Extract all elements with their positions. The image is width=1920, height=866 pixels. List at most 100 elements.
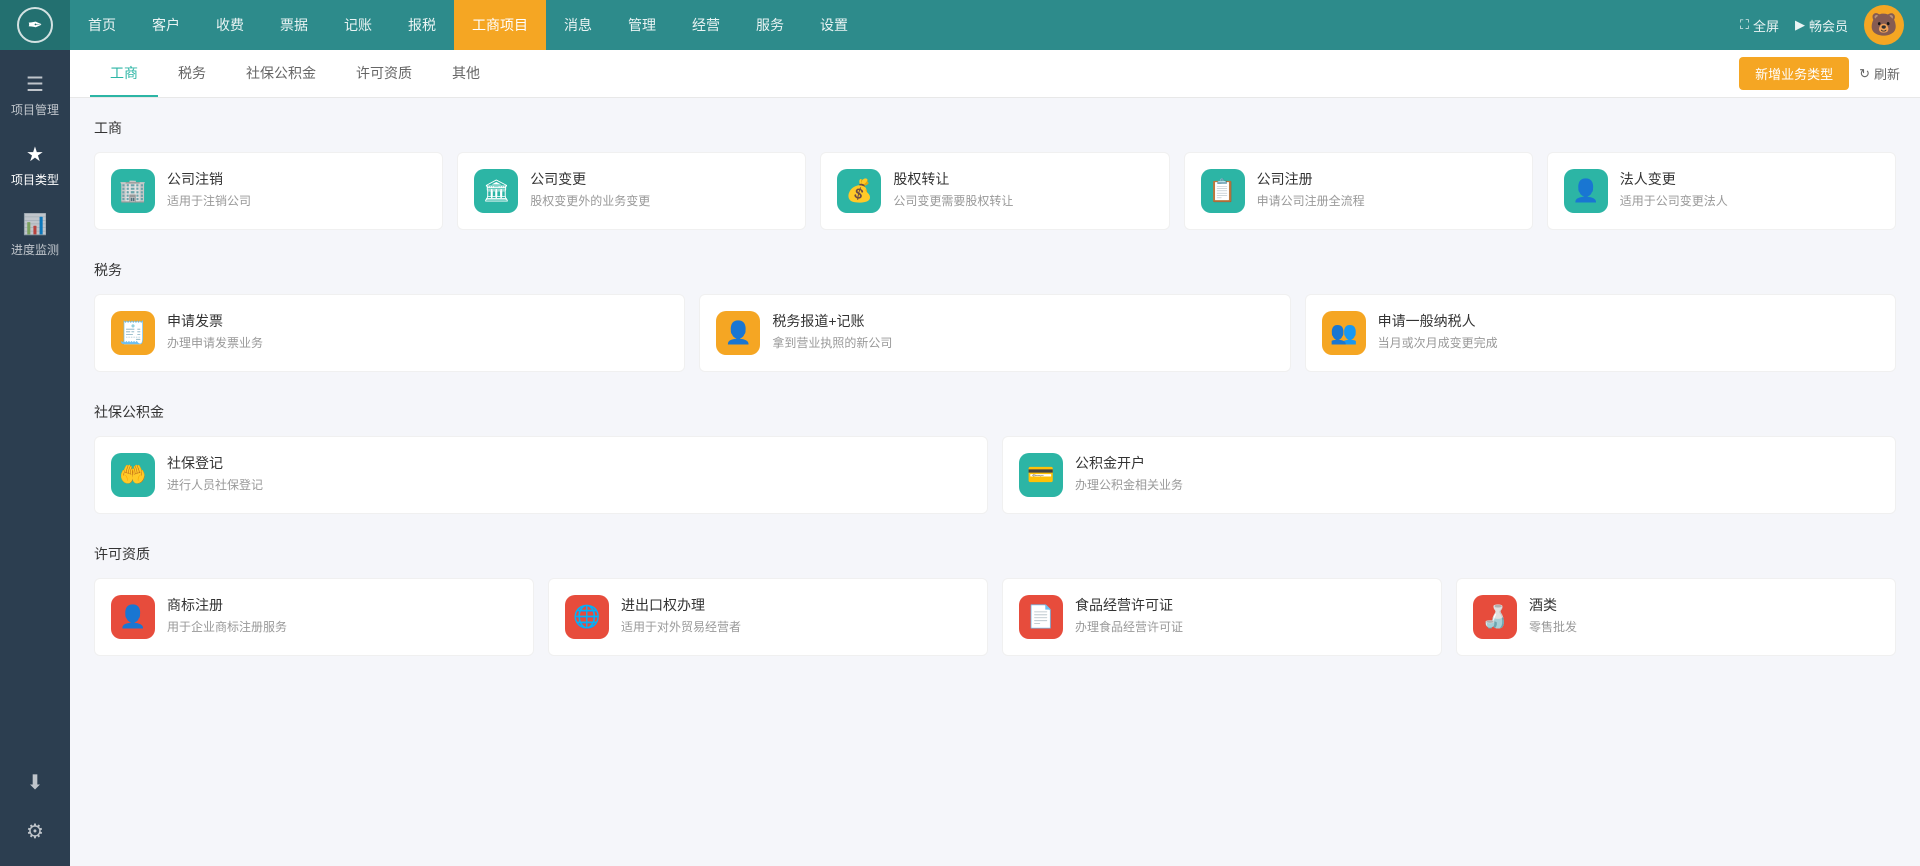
card-title: 法人变更 — [1620, 169, 1879, 189]
nav-item-收费[interactable]: 收费 — [198, 0, 262, 50]
card-title: 申请发票 — [167, 311, 668, 331]
card-text: 商标注册用于企业商标注册服务 — [167, 595, 517, 636]
nav-item-客户[interactable]: 客户 — [134, 0, 198, 50]
sidebar-item-progress[interactable]: 📊 进度监测 — [0, 200, 70, 270]
refresh-label: 刷新 — [1874, 64, 1900, 83]
fullscreen-icon: ⛶ — [1740, 17, 1749, 33]
card-text: 公司注销适用于注销公司 — [167, 169, 426, 210]
service-card[interactable]: 📋公司注册申请公司注册全流程 — [1184, 152, 1533, 230]
service-card[interactable]: 💳 公积金开户办理公积金相关业务 — [1002, 436, 1896, 514]
refresh-icon: ↻ — [1859, 66, 1870, 82]
card-icon: 📋 — [1201, 169, 1245, 213]
card-icon: 👤 — [716, 311, 760, 355]
service-card[interactable]: 🏛 公司变更股权变更外的业务变更 — [457, 152, 806, 230]
member-label: 畅会员 — [1809, 16, 1848, 35]
logo-icon: ✒ — [17, 7, 53, 43]
sidebar-item-project-type[interactable]: ★ 项目类型 — [0, 130, 70, 200]
card-text: 法人变更适用于公司变更法人 — [1620, 169, 1879, 210]
nav-item-消息[interactable]: 消息 — [546, 0, 610, 50]
nav-items: 首页客户收费票据记账报税工商项目消息管理经营服务设置 — [70, 0, 1740, 50]
card-icon: 👤 — [1564, 169, 1608, 213]
fullscreen-button[interactable]: ⛶ 全屏 — [1740, 16, 1779, 35]
card-desc: 股权变更外的业务变更 — [530, 193, 789, 210]
card-text: 酒类零售批发 — [1529, 595, 1879, 636]
logo[interactable]: ✒ — [0, 0, 70, 50]
nav-item-记账[interactable]: 记账 — [326, 0, 390, 50]
content-area: 工商税务社保公积金许可资质其他 新增业务类型 ↻ 刷新 工商 🏢公司注销适用于注… — [70, 50, 1920, 866]
card-icon: 🌐 — [565, 595, 609, 639]
nav-item-服务[interactable]: 服务 — [738, 0, 802, 50]
shebao-grid: 🤲社保登记进行人员社保登记 💳 公积金开户办理公积金相关业务 — [94, 436, 1896, 514]
service-card[interactable]: 🤲社保登记进行人员社保登记 — [94, 436, 988, 514]
card-desc: 零售批发 — [1529, 619, 1879, 636]
card-title: 公司变更 — [530, 169, 789, 189]
section-title-gongshang: 工商 — [94, 118, 1896, 138]
sidebar-item-download[interactable]: ⬇ — [0, 758, 70, 807]
service-card[interactable]: 🍶酒类零售批发 — [1456, 578, 1896, 656]
list-icon: ☰ — [26, 72, 44, 97]
service-card[interactable]: 👤税务报道+记账拿到营业执照的新公司 — [699, 294, 1290, 372]
card-title: 公司注册 — [1257, 169, 1516, 189]
service-card[interactable]: 👤 法人变更适用于公司变更法人 — [1547, 152, 1896, 230]
service-card[interactable]: 👥申请一般纳税人当月或次月成变更完成 — [1305, 294, 1896, 372]
tab-社保公积金[interactable]: 社保公积金 — [226, 50, 336, 97]
member-button[interactable]: ▶ 畅会员 — [1795, 16, 1848, 35]
sidebar-item-settings[interactable]: ⚙ — [0, 807, 70, 856]
card-title: 酒类 — [1529, 595, 1879, 615]
top-navigation: ✒ 首页客户收费票据记账报税工商项目消息管理经营服务设置 ⛶ 全屏 ▶ 畅会员 … — [0, 0, 1920, 50]
sidebar-label-progress: 进度监测 — [11, 241, 59, 258]
top-nav-right: ⛶ 全屏 ▶ 畅会员 🐻 — [1740, 5, 1920, 45]
tab-bar: 工商税务社保公积金许可资质其他 新增业务类型 ↻ 刷新 — [70, 50, 1920, 98]
tab-许可资质[interactable]: 许可资质 — [336, 50, 432, 97]
service-card[interactable]: 👤 商标注册用于企业商标注册服务 — [94, 578, 534, 656]
service-card[interactable]: 🧾 申请发票办理申请发票业务 — [94, 294, 685, 372]
card-icon: 🤲 — [111, 453, 155, 497]
card-text: 公司变更股权变更外的业务变更 — [530, 169, 789, 210]
nav-item-票据[interactable]: 票据 — [262, 0, 326, 50]
card-icon: 🏛 — [474, 169, 518, 213]
card-desc: 适用于对外贸易经营者 — [621, 619, 971, 636]
service-card[interactable]: 🌐 进出口权办理适用于对外贸易经营者 — [548, 578, 988, 656]
card-icon: 💳 — [1019, 453, 1063, 497]
nav-item-工商项目[interactable]: 工商项目 — [454, 0, 546, 50]
sidebar-item-project-management[interactable]: ☰ 项目管理 — [0, 60, 70, 130]
new-type-button[interactable]: 新增业务类型 — [1739, 57, 1849, 90]
card-title: 股权转让 — [893, 169, 1152, 189]
section-title-shebao: 社保公积金 — [94, 402, 1896, 422]
card-desc: 进行人员社保登记 — [167, 477, 971, 494]
refresh-button[interactable]: ↻ 刷新 — [1859, 64, 1900, 83]
tab-bar-right: 新增业务类型 ↻ 刷新 — [1739, 57, 1900, 90]
nav-item-经营[interactable]: 经营 — [674, 0, 738, 50]
nav-item-设置[interactable]: 设置 — [802, 0, 866, 50]
card-text: 进出口权办理适用于对外贸易经营者 — [621, 595, 971, 636]
sidebar-label-type: 项目类型 — [11, 171, 59, 188]
card-title: 公积金开户 — [1075, 453, 1879, 473]
card-desc: 用于企业商标注册服务 — [167, 619, 517, 636]
fullscreen-label: 全屏 — [1753, 16, 1779, 35]
service-card[interactable]: 💰股权转让公司变更需要股权转让 — [820, 152, 1169, 230]
star-icon: ★ — [26, 142, 44, 167]
card-text: 公积金开户办理公积金相关业务 — [1075, 453, 1879, 494]
card-title: 进出口权办理 — [621, 595, 971, 615]
sidebar-bottom: ⬇ ⚙ — [0, 758, 70, 866]
card-icon: 🧾 — [111, 311, 155, 355]
card-text: 申请发票办理申请发票业务 — [167, 311, 668, 352]
card-icon: 👤 — [111, 595, 155, 639]
section-title-xuke: 许可资质 — [94, 544, 1896, 564]
tab-其他[interactable]: 其他 — [432, 50, 500, 97]
nav-item-首页[interactable]: 首页 — [70, 0, 134, 50]
tab-工商[interactable]: 工商 — [90, 50, 158, 97]
download-icon: ⬇ — [27, 770, 44, 795]
card-title: 税务报道+记账 — [772, 311, 1273, 331]
service-card[interactable]: 🏢公司注销适用于注销公司 — [94, 152, 443, 230]
service-card[interactable]: 📄食品经营许可证办理食品经营许可证 — [1002, 578, 1442, 656]
card-icon: 📄 — [1019, 595, 1063, 639]
tab-税务[interactable]: 税务 — [158, 50, 226, 97]
card-icon: 💰 — [837, 169, 881, 213]
section-title-shuiwu: 税务 — [94, 260, 1896, 280]
shuiwu-grid: 🧾申请发票办理申请发票业务👤税务报道+记账拿到营业执照的新公司👥申请一般纳税人当… — [94, 294, 1896, 372]
nav-item-报税[interactable]: 报税 — [390, 0, 454, 50]
nav-item-管理[interactable]: 管理 — [610, 0, 674, 50]
avatar[interactable]: 🐻 — [1864, 5, 1904, 45]
monitor-icon: 📊 — [23, 212, 48, 237]
